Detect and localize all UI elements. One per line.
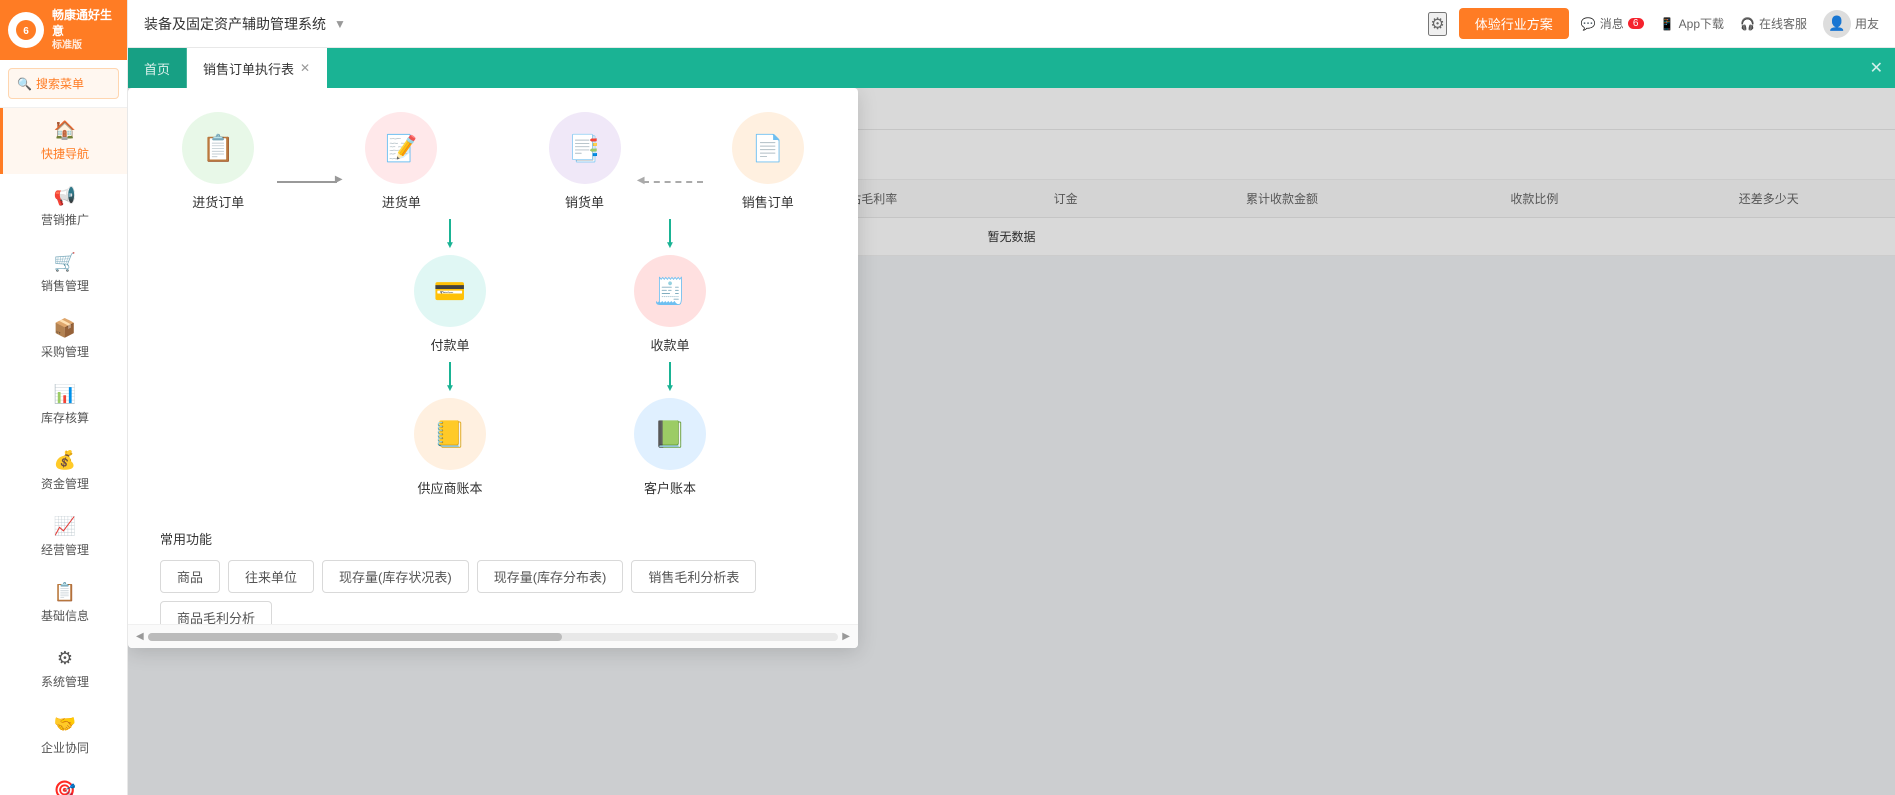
common-functions: 常用功能 商品 往来单位 现存量(库存状况表) 现存量(库存分布表) 销售毛利分…	[160, 529, 826, 624]
sidebar-item-enterprise[interactable]: 🤝 企业协同	[0, 702, 127, 768]
tab-home[interactable]: 首页	[128, 48, 187, 88]
overlay[interactable]: 📋 进货订单 ▶	[128, 88, 1895, 795]
basic-icon: 📋	[54, 582, 76, 603]
sidebar-item-newbie[interactable]: 🎯 新手引导	[0, 768, 127, 795]
sidebar-item-finance[interactable]: 💰 资金管理	[0, 438, 127, 504]
sidebar-item-marketing[interactable]: 📢 营销推广	[0, 174, 127, 240]
payment-bill-label: 付款单	[430, 335, 469, 354]
scroll-left-icon[interactable]: ◀	[136, 631, 144, 642]
message-badge: 6	[1628, 18, 1644, 29]
sidebar-item-inventory[interactable]: 📊 库存核算	[0, 372, 127, 438]
customer-ledger-icon: 📗	[654, 419, 686, 450]
function-buttons: 商品 往来单位 现存量(库存状况表) 现存量(库存分布表) 销售毛利分析表 商品…	[160, 560, 826, 624]
sidebar-nav: 🏠 快捷导航 📢 营销推广 🛒 销售管理 📦 采购管理 📊 库存核算 💰 资金管…	[0, 108, 127, 795]
online-service-button[interactable]: 🎧 在线客服	[1740, 15, 1807, 32]
sidebar-item-sales[interactable]: 🛒 销售管理	[0, 240, 127, 306]
marketing-icon: 📢	[54, 186, 76, 207]
download-icon: 📱	[1660, 17, 1675, 31]
svg-text:6: 6	[23, 26, 29, 37]
scrollbar-thumb	[148, 633, 562, 641]
common-functions-title: 常用功能	[160, 529, 826, 548]
dropdown-arrow-icon: ▼	[334, 17, 346, 31]
app-download-button[interactable]: 📱 App下载	[1660, 15, 1724, 32]
user-menu[interactable]: 👤 用友	[1823, 10, 1879, 38]
payment-bill-icon: 💳	[434, 276, 466, 307]
receipt-bill-icon: 🧾	[654, 276, 686, 307]
flow-node-sale-bill[interactable]: 📑 销货单	[526, 112, 643, 211]
flow-node-customer-ledger[interactable]: 📗 客户账本	[600, 398, 740, 497]
purchase-bill-label: 进货单	[382, 192, 421, 211]
search-icon: 🔍	[17, 77, 32, 91]
flow-node-supplier-ledger[interactable]: 📒 供应商账本	[380, 398, 520, 497]
message-button[interactable]: 💬 消息 6	[1581, 15, 1644, 32]
purchase-order-icon: 📋	[202, 133, 234, 164]
finance-icon: 💰	[54, 450, 76, 471]
sidebar-item-operations[interactable]: 📈 经营管理	[0, 504, 127, 570]
purchase-icon: 📦	[54, 318, 76, 339]
sidebar-item-quick[interactable]: 🏠 快捷导航	[0, 108, 127, 174]
logo-icon: 6	[8, 12, 44, 48]
popup-scrollbar[interactable]: ◀ ▶	[128, 624, 858, 648]
receipt-bill-label: 收款单	[650, 335, 689, 354]
sales-icon: 🛒	[54, 252, 76, 273]
content-area: ❓ 帮助 🖨 按模板打印 ▼ 📤 导出 ▼ 🔄 刷新 📅	[128, 88, 1895, 795]
tab-close-icon[interactable]: ✕	[300, 61, 310, 75]
app-logo: 6 畅康通好生意 标准版	[0, 0, 127, 60]
func-btn-3[interactable]: 现存量(库存分布表)	[477, 560, 624, 593]
flow-node-receipt-bill[interactable]: 🧾 收款单	[600, 255, 740, 354]
supplier-ledger-icon: 📒	[434, 419, 466, 450]
inventory-icon: 📊	[54, 384, 76, 405]
top-header: 装备及固定资产辅助管理系统 ▼ ⚙ 体验行业方案 💬 消息 6 📱 App下载 …	[128, 0, 1895, 48]
sidebar-item-purchase[interactable]: 📦 采购管理	[0, 306, 127, 372]
user-avatar: 👤	[1823, 10, 1851, 38]
system-icon: ⚙	[57, 648, 73, 669]
message-icon: 💬	[1581, 17, 1596, 31]
purchase-order-label: 进货订单	[192, 192, 244, 211]
quick-icon: 🏠	[54, 120, 76, 141]
flow-node-purchase-bill[interactable]: 📝 进货单	[343, 112, 460, 211]
quick-nav-popup: 📋 进货订单 ▶	[128, 88, 858, 648]
flow-node-purchase-order[interactable]: 📋 进货订单	[160, 112, 277, 211]
tab-bar: 首页 销售订单执行表 ✕ ✕	[128, 48, 1895, 88]
header-actions: 💬 消息 6 📱 App下载 🎧 在线客服 👤 用友	[1581, 10, 1879, 38]
func-btn-2[interactable]: 现存量(库存状况表)	[322, 560, 469, 593]
flow-node-sale-order[interactable]: 📄 销售订单	[709, 112, 826, 211]
func-btn-5[interactable]: 商品毛利分析	[160, 601, 272, 624]
tab-sales-order-exec[interactable]: 销售订单执行表 ✕	[187, 48, 327, 88]
flow-chart: 📋 进货订单 ▶	[160, 112, 826, 505]
sale-order-label: 销售订单	[742, 192, 794, 211]
operations-icon: 📈	[54, 516, 76, 537]
enterprise-icon: 🤝	[54, 714, 76, 735]
scrollbar-track	[148, 633, 839, 641]
customer-ledger-label: 客户账本	[644, 478, 696, 497]
supplier-ledger-label: 供应商账本	[417, 478, 482, 497]
popup-content: 📋 进货订单 ▶	[128, 88, 858, 624]
sidebar: 6 畅康通好生意 标准版 🔍 搜索菜单 🏠 快捷导航 📢 营销推广 🛒 销售管理…	[0, 0, 128, 795]
logo-text: 畅康通好生意 标准版	[52, 8, 119, 52]
purchase-bill-icon: 📝	[385, 133, 417, 164]
trial-button[interactable]: 体验行业方案	[1459, 8, 1569, 39]
sidebar-item-basic[interactable]: 📋 基础信息	[0, 570, 127, 636]
main-area: 装备及固定资产辅助管理系统 ▼ ⚙ 体验行业方案 💬 消息 6 📱 App下载 …	[128, 0, 1895, 795]
system-title: 装备及固定资产辅助管理系统 ▼	[144, 14, 1416, 34]
func-btn-4[interactable]: 销售毛利分析表	[631, 560, 756, 593]
sale-bill-label: 销货单	[565, 192, 604, 211]
service-icon: 🎧	[1740, 17, 1755, 31]
sale-bill-icon: 📑	[568, 133, 600, 164]
tab-bar-close-button[interactable]: ✕	[1858, 48, 1895, 88]
sale-order-icon: 📄	[752, 133, 784, 164]
func-btn-0[interactable]: 商品	[160, 560, 220, 593]
func-btn-1[interactable]: 往来单位	[228, 560, 314, 593]
scroll-right-icon[interactable]: ▶	[842, 631, 850, 642]
search-menu-button[interactable]: 🔍 搜索菜单	[8, 68, 119, 99]
settings-button[interactable]: ⚙	[1428, 12, 1446, 36]
sidebar-item-system[interactable]: ⚙ 系统管理	[0, 636, 127, 702]
search-area: 🔍 搜索菜单	[0, 60, 127, 108]
newbie-icon: 🎯	[54, 780, 76, 795]
flow-node-payment-bill[interactable]: 💳 付款单	[380, 255, 520, 354]
